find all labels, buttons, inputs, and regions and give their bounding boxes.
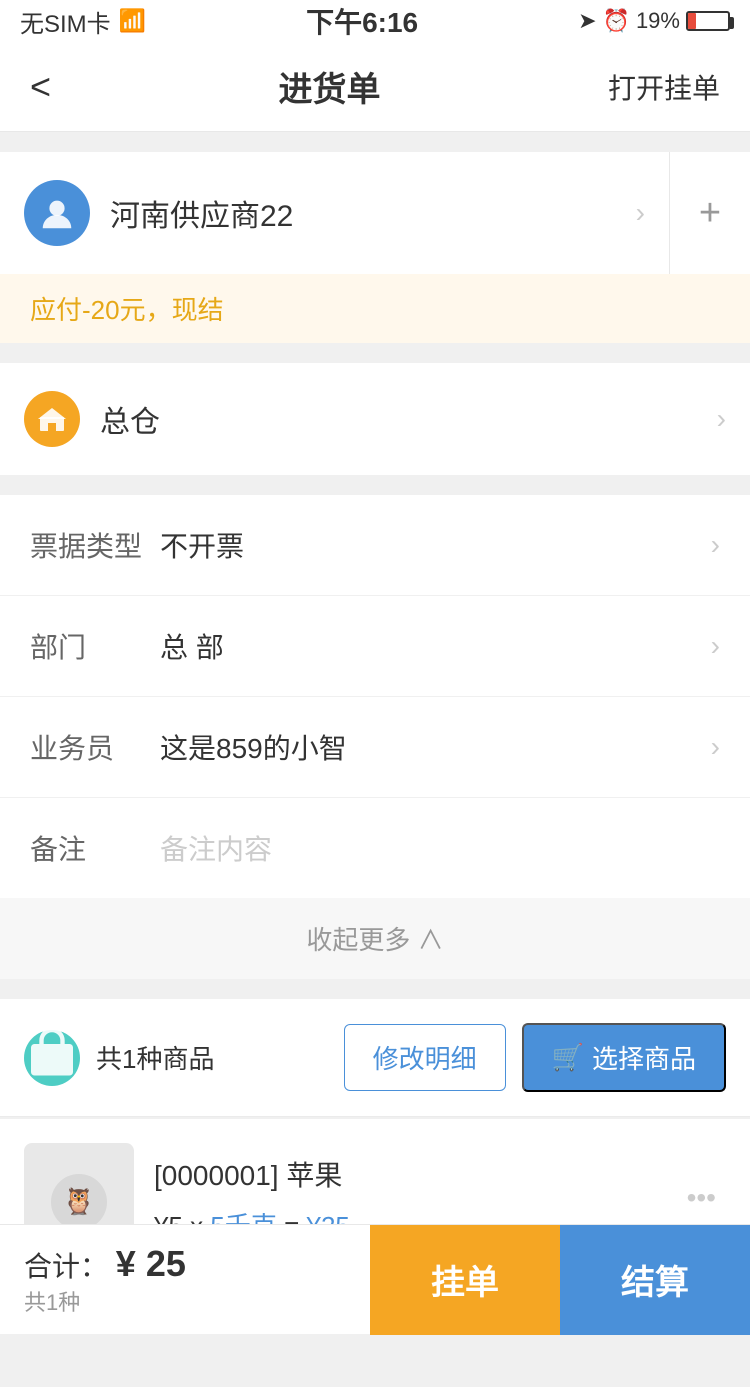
- warehouse-row[interactable]: 总仓 ›: [0, 363, 750, 475]
- status-right: ➤ ⏰ 19%: [578, 8, 730, 34]
- product-code: [0000001]: [154, 1160, 286, 1191]
- form-value-department: 总 部: [160, 626, 701, 666]
- battery-percent: 19%: [636, 8, 680, 34]
- nav-bar: < 进货单 打开挂单: [0, 42, 750, 132]
- form-label-salesperson: 业务员: [30, 727, 160, 767]
- gap-4: [0, 979, 750, 999]
- total-label: 合计：: [24, 1251, 108, 1282]
- checkout-button[interactable]: 结算: [560, 1225, 750, 1335]
- form-label-invoice: 票据类型: [30, 525, 160, 565]
- open-pending-button[interactable]: 打开挂单: [608, 67, 720, 107]
- gap-1: [0, 132, 750, 152]
- total-count: 共1种: [24, 1285, 346, 1317]
- form-label-department: 部门: [30, 626, 160, 666]
- warehouse-name: 总仓: [100, 397, 707, 441]
- form-placeholder-remark: 备注内容: [160, 828, 720, 868]
- hang-order-button[interactable]: 挂单: [370, 1225, 560, 1335]
- status-time: 下午6:16: [306, 1, 418, 41]
- carrier-text: 无SIM卡: [20, 4, 111, 39]
- alarm-icon: ⏰: [603, 8, 630, 34]
- svg-text:🦉: 🦉: [63, 1186, 95, 1216]
- form-label-remark: 备注: [30, 828, 160, 868]
- warehouse-icon: [24, 391, 80, 447]
- form-row-salesperson[interactable]: 业务员 这是859的小智 ›: [0, 697, 750, 798]
- bottom-bar: 合计： ¥ 25 共1种 挂单 结算: [0, 1224, 750, 1334]
- thin-gap-1: [0, 1116, 750, 1117]
- supplier-notice: 应付-20元，现结: [0, 274, 750, 343]
- supplier-chevron-icon: ›: [636, 197, 645, 229]
- wifi-icon: 📶: [119, 8, 146, 34]
- supplier-selector[interactable]: 河南供应商22 ›: [0, 152, 670, 274]
- battery-fill: [688, 13, 696, 29]
- select-product-button[interactable]: 🛒 选择商品: [522, 1023, 726, 1092]
- total-amount: ¥ 25: [116, 1243, 186, 1284]
- cart-icon: 🛒: [552, 1042, 584, 1073]
- invoice-chevron-icon: ›: [711, 529, 720, 561]
- gap-3: [0, 475, 750, 495]
- total-section: 合计： ¥ 25 共1种: [0, 1243, 370, 1317]
- form-row-invoice[interactable]: 票据类型 不开票 ›: [0, 495, 750, 596]
- product-title: 苹果: [286, 1160, 342, 1191]
- products-header: 共1种商品 修改明细 🛒 选择商品: [0, 999, 750, 1116]
- form-section: 票据类型 不开票 › 部门 总 部 › 业务员 这是859的小智 › 备注 备注…: [0, 495, 750, 898]
- products-icon: [24, 1030, 80, 1086]
- location-icon: ➤: [578, 8, 596, 34]
- form-row-department[interactable]: 部门 总 部 ›: [0, 596, 750, 697]
- form-row-remark[interactable]: 备注 备注内容: [0, 798, 750, 898]
- product-count: 共1种商品: [96, 1039, 328, 1076]
- status-left: 无SIM卡 📶: [20, 4, 146, 39]
- back-button[interactable]: <: [30, 66, 51, 108]
- add-supplier-button[interactable]: +: [670, 152, 750, 274]
- supplier-name: 河南供应商22: [110, 191, 626, 235]
- supplier-section: 河南供应商22 › +: [0, 152, 750, 274]
- battery-icon: [686, 11, 730, 31]
- product-name: [0000001] 苹果: [154, 1154, 657, 1194]
- form-value-invoice: 不开票: [160, 525, 701, 565]
- department-chevron-icon: ›: [711, 630, 720, 662]
- page-title: 进货单: [279, 62, 381, 111]
- status-bar: 无SIM卡 📶 下午6:16 ➤ ⏰ 19%: [0, 0, 750, 42]
- gap-2: [0, 343, 750, 363]
- salesperson-chevron-icon: ›: [711, 731, 720, 763]
- collapse-button[interactable]: 收起更多 ∧: [0, 898, 750, 979]
- product-more-button[interactable]: •••: [677, 1172, 726, 1224]
- form-value-salesperson: 这是859的小智: [160, 727, 701, 767]
- warehouse-chevron-icon: ›: [717, 403, 726, 435]
- select-product-label: 选择商品: [592, 1039, 696, 1076]
- supplier-avatar: [24, 180, 90, 246]
- edit-detail-button[interactable]: 修改明细: [344, 1024, 506, 1091]
